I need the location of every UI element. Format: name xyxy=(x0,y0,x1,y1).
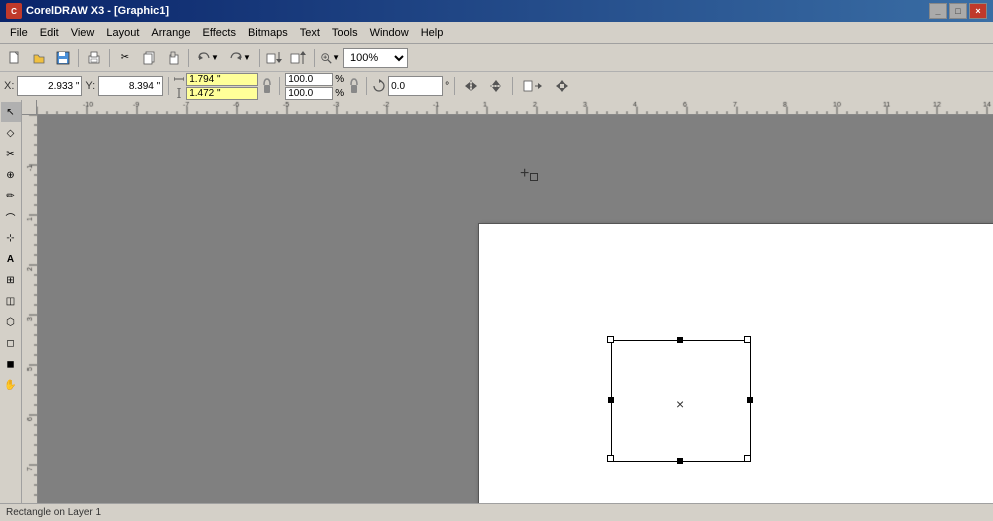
canvas-container: × + xyxy=(22,100,993,503)
menu-item-window[interactable]: Window xyxy=(364,25,415,41)
crop-tool[interactable]: ✂ xyxy=(1,144,21,164)
y-field[interactable] xyxy=(98,76,163,96)
sep-coord xyxy=(168,77,169,95)
interact-tool[interactable]: ✋ xyxy=(1,375,21,395)
sep-mirror xyxy=(512,77,513,95)
save-button[interactable] xyxy=(52,47,74,69)
shape-tool[interactable]: ◇ xyxy=(1,123,21,143)
pct-width-field[interactable] xyxy=(285,73,333,86)
menu-item-help[interactable]: Help xyxy=(415,25,450,41)
outline-tool[interactable]: ◻ xyxy=(1,333,21,353)
blend-tool[interactable]: ◫ xyxy=(1,291,21,311)
center-mark: × xyxy=(676,396,684,412)
handle-bot-left[interactable] xyxy=(607,455,614,462)
horizontal-ruler xyxy=(37,100,993,115)
menu-item-file[interactable]: File xyxy=(4,25,34,41)
redo-group[interactable]: ▼ xyxy=(225,47,255,69)
sep-rot xyxy=(454,77,455,95)
zoom-select[interactable]: 100% 50% 200% xyxy=(343,48,408,68)
table-tool[interactable]: ⊞ xyxy=(1,270,21,290)
menu-item-bitmaps[interactable]: Bitmaps xyxy=(242,25,294,41)
handle-top-left[interactable] xyxy=(607,336,614,343)
title-bar: C CorelDRAW X3 - [Graphic1] _ □ × xyxy=(0,0,993,22)
pct-h-unit: % xyxy=(335,88,344,99)
height-icon xyxy=(174,88,184,98)
sep5 xyxy=(314,49,315,67)
lock-pct-button[interactable] xyxy=(347,72,361,100)
minimize-button[interactable]: _ xyxy=(929,3,947,19)
cut-button[interactable]: ✂ xyxy=(114,47,136,69)
title-text: CorelDRAW X3 - [Graphic1] xyxy=(26,5,169,17)
menu-item-edit[interactable]: Edit xyxy=(34,25,65,41)
app-icon: C xyxy=(6,3,22,19)
print-button[interactable] xyxy=(83,47,105,69)
handle-mid-left[interactable] xyxy=(608,397,614,403)
width-field[interactable] xyxy=(186,73,258,86)
menu-bar: FileEditViewLayoutArrangeEffectsBitmapsT… xyxy=(0,22,993,44)
sep1 xyxy=(78,49,79,67)
status-text: Rectangle on Layer 1 xyxy=(6,507,101,518)
workspace: ↖ ◇ ✂ ⊕ ✏ ⌒ ⊹ A ⊞ ◫ ⬡ ◻ ◼ ✋ xyxy=(0,100,993,503)
x-label: X: xyxy=(4,80,14,92)
position-button[interactable] xyxy=(518,75,548,97)
mirror-v-button[interactable] xyxy=(485,75,507,97)
rotate-icon xyxy=(372,79,386,93)
fill-tool[interactable]: ◼ xyxy=(1,354,21,374)
zoom-tool[interactable]: ⊕ xyxy=(1,165,21,185)
ruler-corner xyxy=(22,100,37,115)
export-button[interactable] xyxy=(288,47,310,69)
canvas-area[interactable]: × + xyxy=(38,115,993,503)
menu-item-tools[interactable]: Tools xyxy=(326,25,364,41)
text-tool[interactable]: A xyxy=(1,249,21,269)
eyedropper-tool[interactable]: ⬡ xyxy=(1,312,21,332)
menu-item-view[interactable]: View xyxy=(65,25,101,41)
property-toolbar: X: Y: % % xyxy=(0,72,993,100)
handle-mid-right[interactable] xyxy=(747,397,753,403)
y-label: Y: xyxy=(85,80,95,92)
zoom-smart[interactable]: ▼ xyxy=(319,47,341,69)
mirror-h-button[interactable] xyxy=(460,75,482,97)
nudge-button[interactable] xyxy=(551,75,573,97)
toolbox: ↖ ◇ ✂ ⊕ ✏ ⌒ ⊹ A ⊞ ◫ ⬡ ◻ ◼ ✋ xyxy=(0,100,22,503)
standard-toolbar: ✂ ▼ ▼ ▼ 100% 50% 200% xyxy=(0,44,993,72)
close-button[interactable]: × xyxy=(969,3,987,19)
freehand-tool[interactable]: ✏ xyxy=(1,186,21,206)
sep-size xyxy=(279,77,280,95)
sep4 xyxy=(259,49,260,67)
handle-top-right[interactable] xyxy=(744,336,751,343)
select-tool[interactable]: ↖ xyxy=(1,102,21,122)
status-bar: Rectangle on Layer 1 xyxy=(0,503,993,521)
rot-unit: ° xyxy=(445,81,449,92)
rotation-field[interactable] xyxy=(388,76,443,96)
import-button[interactable] xyxy=(264,47,286,69)
lock-ratio-button[interactable] xyxy=(260,72,274,100)
menu-item-text[interactable]: Text xyxy=(294,25,326,41)
height-field[interactable] xyxy=(186,87,258,100)
sep2 xyxy=(109,49,110,67)
sep-pct xyxy=(366,77,367,95)
menu-item-arrange[interactable]: Arrange xyxy=(145,25,196,41)
menu-item-layout[interactable]: Layout xyxy=(100,25,145,41)
pct-w-unit: % xyxy=(335,74,344,85)
open-button[interactable] xyxy=(28,47,50,69)
handle-top-mid[interactable] xyxy=(677,337,683,343)
x-field[interactable] xyxy=(17,76,82,96)
dimension-tool[interactable]: ⊹ xyxy=(1,228,21,248)
pct-height-field[interactable] xyxy=(285,87,333,100)
width-icon xyxy=(174,74,184,84)
vertical-ruler xyxy=(22,115,38,503)
new-button[interactable] xyxy=(4,47,26,69)
maximize-button[interactable]: □ xyxy=(949,3,967,19)
copy-button[interactable] xyxy=(138,47,160,69)
title-controls: _ □ × xyxy=(929,3,987,19)
menu-item-effects[interactable]: Effects xyxy=(197,25,242,41)
smartdraw-tool[interactable]: ⌒ xyxy=(1,207,21,227)
sep3 xyxy=(188,49,189,67)
handle-bot-right[interactable] xyxy=(744,455,751,462)
paste-button[interactable] xyxy=(162,47,184,69)
undo-group[interactable]: ▼ xyxy=(193,47,223,69)
handle-bot-mid[interactable] xyxy=(677,458,683,464)
